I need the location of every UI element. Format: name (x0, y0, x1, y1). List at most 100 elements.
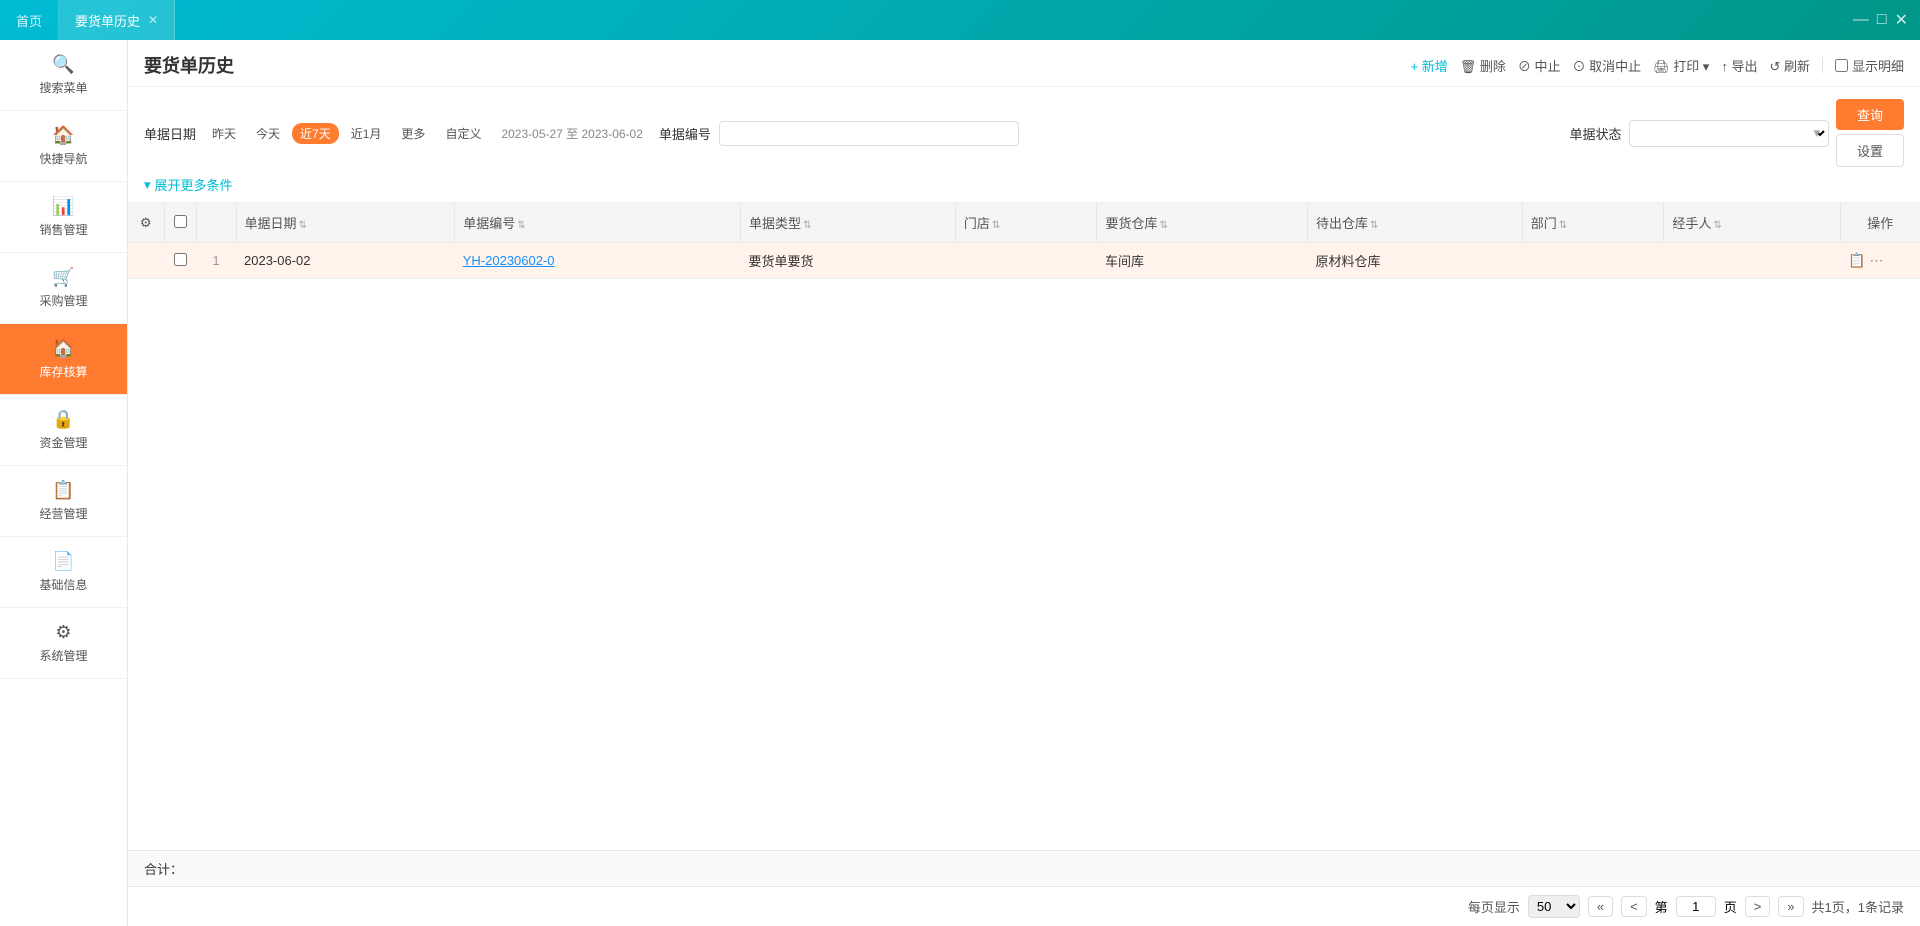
search-icon: 🔍 (52, 54, 74, 75)
sidebar-item-operations-label: 经营管理 (39, 505, 87, 522)
page-input[interactable] (1676, 896, 1716, 917)
divider (1822, 57, 1823, 73)
doc-no-filter-group: 单据编号 (659, 121, 1554, 146)
col-department[interactable]: 部门⇅ (1522, 203, 1664, 243)
cancel-stop-button[interactable]: ⊙ 取消中止 (1572, 56, 1641, 75)
doc-no-input[interactable] (719, 121, 1019, 146)
col-store[interactable]: 门店⇅ (955, 203, 1097, 243)
home-icon: 🏠 (52, 125, 74, 146)
add-button[interactable]: + 新增 (1410, 56, 1447, 75)
sidebar-item-basic[interactable]: 📄 基础信息 (0, 537, 127, 608)
tab-home[interactable]: 首页 (0, 0, 59, 40)
maximize-icon[interactable]: □ (1877, 11, 1887, 29)
row-checkbox[interactable] (174, 253, 187, 266)
sidebar-item-search-label: 搜索菜单 (39, 79, 87, 96)
page-size-label: 每页显示 (1468, 897, 1520, 916)
col-settings[interactable]: ⚙ (128, 203, 164, 243)
select-all-checkbox[interactable] (174, 215, 187, 228)
sort-doc-type-icon: ⇅ (803, 220, 811, 231)
export-button[interactable]: ↑ 导出 (1721, 56, 1757, 75)
tab-history-label: 要货单历史 (75, 11, 140, 30)
main-layout: 🔍 搜索菜单 🏠 快捷导航 📊 销售管理 🛒 采购管理 🏠 库存核算 🔒 资金管… (0, 40, 1920, 926)
cell-operation: 📋 ⋯ (1840, 243, 1920, 279)
filter-setting-button[interactable]: 设置 (1836, 134, 1904, 167)
finance-icon: 🔒 (52, 409, 74, 430)
shortcut-today[interactable]: 今天 (248, 123, 288, 144)
display-detail-label: 显示明细 (1852, 56, 1904, 75)
filter-buttons: 查询 设置 (1836, 99, 1904, 167)
shortcut-1month[interactable]: 近1月 (343, 123, 390, 144)
shortcut-custom[interactable]: 自定义 (437, 123, 489, 144)
sidebar-item-sales[interactable]: 📊 销售管理 (0, 182, 127, 253)
tab-home-label: 首页 (16, 11, 42, 30)
status-select[interactable] (1629, 120, 1829, 147)
cell-doc-no[interactable]: YH-20230602-0 (455, 243, 741, 279)
date-filter-label: 单据日期 (144, 124, 196, 143)
page-size-select[interactable]: 10 20 50 100 (1528, 895, 1580, 918)
cell-checkbox[interactable] (164, 243, 196, 279)
sidebar-item-finance[interactable]: 🔒 资金管理 (0, 395, 127, 466)
sidebar-item-purchase[interactable]: 🛒 采购管理 (0, 253, 127, 324)
close-icon[interactable]: ✕ (1895, 10, 1908, 30)
col-handler[interactable]: 经手人⇅ (1664, 203, 1840, 243)
table-header-row: ⚙ 单据日期⇅ 单据编号⇅ 单据类型⇅ (128, 203, 1920, 243)
query-button[interactable]: 查询 (1836, 99, 1904, 130)
display-detail-checkbox[interactable]: 显示明细 (1835, 56, 1904, 75)
status-label: 单据状态 (1569, 124, 1621, 143)
expand-icon: ▾ (144, 177, 151, 193)
tab-history-close[interactable]: ✕ (148, 13, 158, 27)
filter-row-1: 单据日期 昨天 今天 近7天 近1月 更多 自定义 2023-05-27 至 2… (144, 99, 1904, 167)
sidebar-item-finance-label: 资金管理 (39, 434, 87, 451)
refresh-button[interactable]: ↺ 刷新 (1769, 56, 1810, 75)
col-doc-date[interactable]: 单据日期⇅ (236, 203, 455, 243)
sidebar-item-search[interactable]: 🔍 搜索菜单 (0, 40, 127, 111)
date-filter-group: 单据日期 昨天 今天 近7天 近1月 更多 自定义 2023-05-27 至 2… (144, 123, 643, 144)
col-checkbox (164, 203, 196, 243)
page-title: 要货单历史 (144, 52, 234, 78)
inventory-icon: 🏠 (52, 338, 74, 359)
print-button[interactable]: 🖨 打印 ▾ (1653, 56, 1709, 75)
display-detail-input[interactable] (1835, 59, 1848, 72)
sidebar-item-purchase-label: 采购管理 (39, 292, 87, 309)
date-range-display: 2023-05-27 至 2023-06-02 (501, 125, 642, 142)
col-doc-no[interactable]: 单据编号⇅ (455, 203, 741, 243)
sidebar-item-operations[interactable]: 📋 经营管理 (0, 466, 127, 537)
col-req-warehouse[interactable]: 要货仓库⇅ (1097, 203, 1308, 243)
minimize-icon[interactable]: — (1853, 11, 1869, 29)
date-shortcuts: 昨天 今天 近7天 近1月 更多 自定义 (204, 123, 489, 144)
expand-filters-button[interactable]: ▾ 展开更多条件 (144, 175, 1904, 194)
page-suffix: 页 (1724, 897, 1737, 916)
tab-history[interactable]: 要货单历史 ✕ (59, 0, 175, 40)
stop-button[interactable]: ⊘ 中止 (1518, 56, 1561, 75)
sort-store-icon: ⇅ (992, 220, 1000, 231)
purchase-icon: 🛒 (52, 267, 74, 288)
shortcut-yesterday[interactable]: 昨天 (204, 123, 244, 144)
table-row[interactable]: 1 2023-06-02 YH-20230602-0 要货单要货 车间库 原材料… (128, 243, 1920, 279)
first-page-button[interactable]: « (1588, 896, 1613, 917)
table-footer: 合计： (128, 850, 1920, 886)
view-icon[interactable]: 📋 (1848, 252, 1865, 269)
more-icon[interactable]: ⋯ (1869, 252, 1883, 269)
table-settings-icon[interactable]: ⚙ (140, 215, 152, 230)
col-pending-warehouse[interactable]: 待出仓库⇅ (1307, 203, 1522, 243)
data-table: ⚙ 单据日期⇅ 单据编号⇅ 单据类型⇅ (128, 203, 1920, 279)
sidebar-item-quick-nav[interactable]: 🏠 快捷导航 (0, 111, 127, 182)
shortcut-more[interactable]: 更多 (393, 123, 433, 144)
doc-no-label: 单据编号 (659, 124, 711, 143)
delete-button[interactable]: 🗑 删除 (1460, 56, 1506, 75)
sidebar-item-system-label: 系统管理 (39, 647, 87, 664)
sidebar-item-sales-label: 销售管理 (39, 221, 87, 238)
sidebar-item-inventory[interactable]: 🏠 库存核算 (0, 324, 127, 395)
col-doc-type[interactable]: 单据类型⇅ (741, 203, 956, 243)
shortcut-7days[interactable]: 近7天 (292, 123, 339, 144)
next-page-button[interactable]: > (1745, 896, 1771, 917)
last-page-button[interactable]: » (1778, 896, 1803, 917)
sidebar-item-quick-nav-label: 快捷导航 (39, 150, 87, 167)
sidebar-item-system[interactable]: ⚙ 系统管理 (0, 608, 127, 679)
cell-empty (128, 243, 164, 279)
sort-handler-icon: ⇅ (1713, 220, 1721, 231)
top-bar: 首页 要货单历史 ✕ — □ ✕ (0, 0, 1920, 40)
sort-pending-warehouse-icon: ⇅ (1370, 220, 1378, 231)
prev-page-button[interactable]: < (1621, 896, 1647, 917)
sort-doc-date-icon: ⇅ (299, 220, 307, 231)
